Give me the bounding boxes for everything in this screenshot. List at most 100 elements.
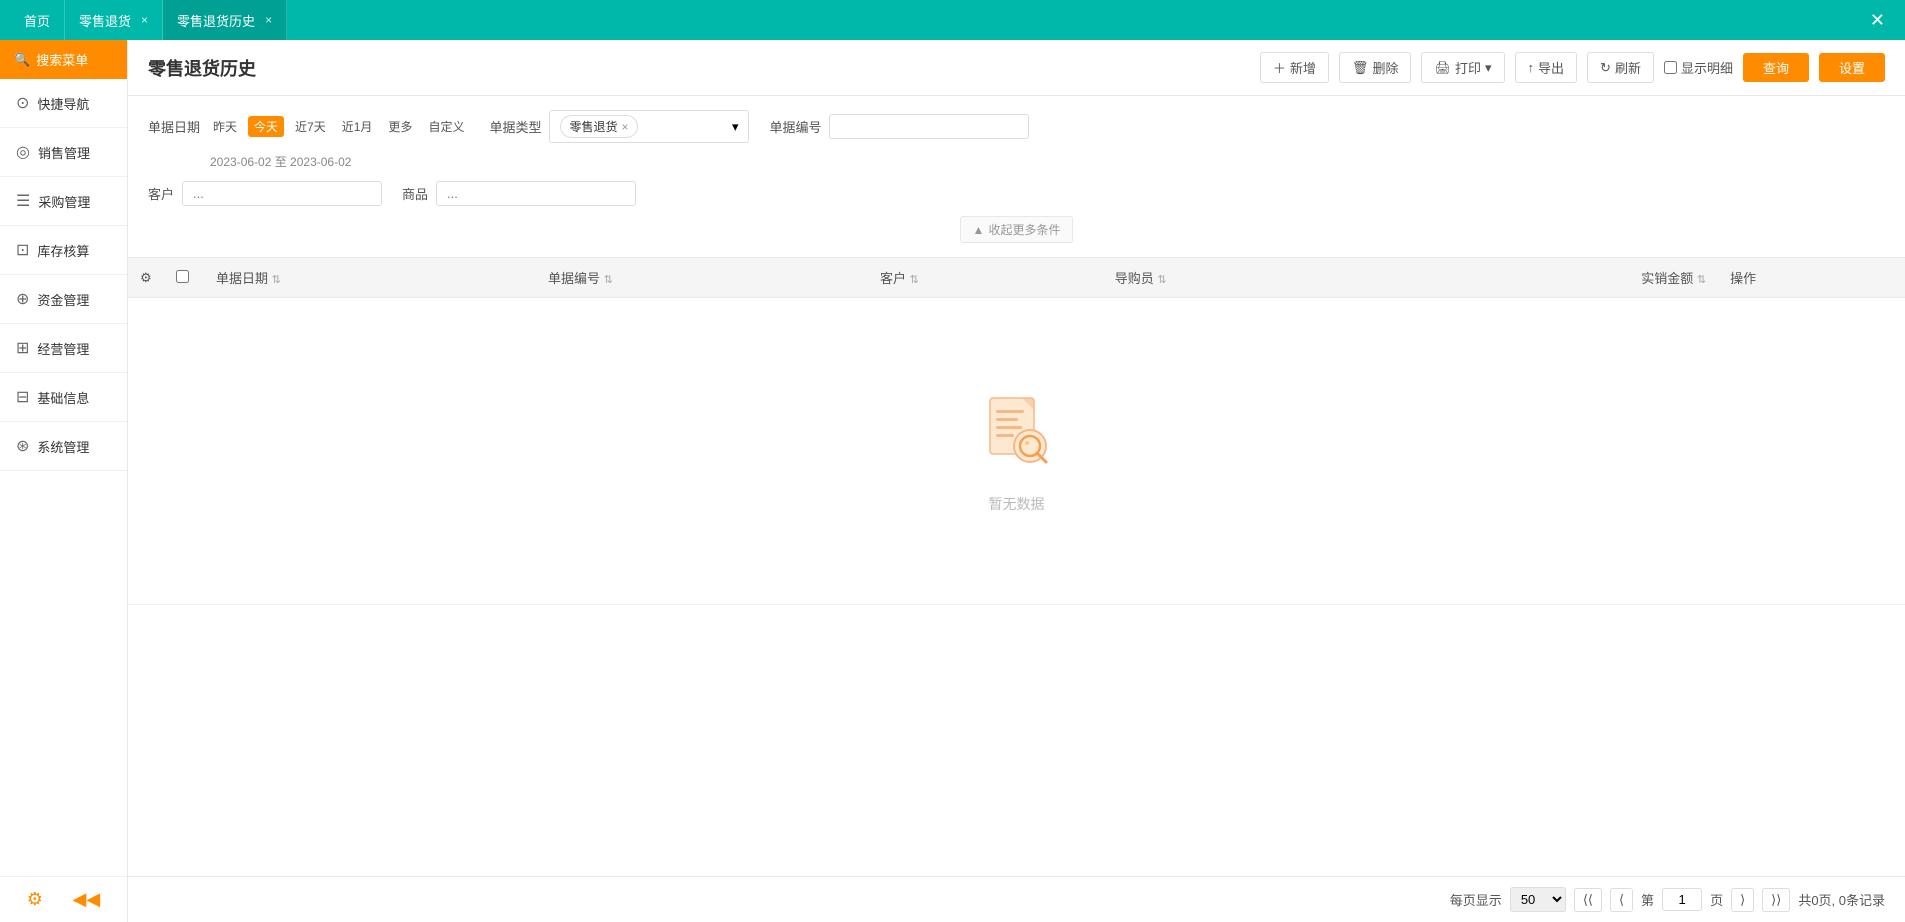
tab-retail-return-history-label: 零售退货历史	[177, 11, 255, 30]
page-label: 第	[1641, 890, 1654, 909]
date-opt-yesterday[interactable]: 昨天	[208, 116, 242, 137]
th-settings[interactable]: ⚙	[128, 258, 164, 298]
sidebar-item-sales-mgmt[interactable]: ◎ 销售管理	[0, 128, 127, 177]
sidebar-search-label: 搜索菜单	[36, 50, 88, 69]
window-close-icon[interactable]: ✕	[1860, 10, 1895, 31]
header-actions: ＋ 新增 🗑 删除 🖨 打印 ▾ ↑ 导出 ↻ 刷新	[1260, 52, 1885, 83]
customer-input[interactable]	[182, 181, 382, 206]
show-detail-checkbox[interactable]	[1664, 61, 1677, 74]
sidebar-item-operations-label: 经营管理	[37, 339, 89, 358]
page-input[interactable]	[1662, 888, 1702, 911]
sidebar-item-basic-info[interactable]: ⊟ 基础信息	[0, 373, 127, 422]
print-button[interactable]: 🖨 打印 ▾	[1421, 52, 1504, 83]
doc-no-label: 单据编号	[769, 117, 821, 136]
tab-retail-return-history-close[interactable]: ×	[265, 13, 272, 27]
date-opt-custom[interactable]: 自定义	[423, 116, 469, 137]
select-all-checkbox[interactable]	[176, 270, 189, 283]
prev-page-button[interactable]: ⟨	[1610, 888, 1633, 912]
doc-date-sort-icon: ⇅	[272, 274, 281, 286]
doc-type-select[interactable]: 零售退货 × ▾	[549, 110, 749, 143]
empty-state: 暂无数据	[140, 308, 1893, 594]
date-filter-label: 单据日期	[148, 117, 200, 136]
actual-amount-sort-icon: ⇅	[1697, 274, 1706, 286]
refresh-button[interactable]: ↻ 刷新	[1587, 52, 1654, 83]
settings-button[interactable]: 设置	[1819, 53, 1885, 82]
date-range-display: 2023-06-02 至 2023-06-02	[210, 155, 351, 169]
sidebar-item-finance[interactable]: ⊕ 资金管理	[0, 275, 127, 324]
tab-home[interactable]: 首页	[10, 0, 65, 40]
top-bar: 首页 零售退货 × 零售退货历史 × ✕	[0, 0, 1905, 40]
purchase-icon: ☰	[16, 191, 30, 211]
sidebar-bottom: ⚙ ◀◀	[0, 876, 127, 922]
settings-gear-icon[interactable]: ⚙	[27, 889, 43, 910]
doc-type-chip: 零售退货 ×	[560, 115, 637, 138]
th-actual-amount[interactable]: 实销金额 ⇅	[1386, 258, 1718, 298]
date-opt-today[interactable]: 今天	[248, 116, 284, 137]
sidebar-item-purchase-label: 采购管理	[38, 192, 90, 211]
sidebar-item-system-label: 系统管理	[37, 437, 89, 456]
doc-type-chevron-icon: ▾	[732, 119, 739, 135]
doc-type-label: 单据类型	[489, 117, 541, 136]
system-icon: ⊛	[16, 436, 29, 456]
delete-icon: 🗑	[1352, 60, 1369, 76]
finance-icon: ⊕	[16, 289, 29, 309]
customer-sort-icon: ⇅	[910, 274, 919, 286]
goods-label: 商品	[402, 184, 428, 203]
print-icon: 🖨	[1434, 60, 1451, 76]
inventory-icon: ⊡	[16, 240, 29, 260]
sales-icon: ◎	[16, 142, 30, 162]
doc-no-filter: 单据编号	[769, 114, 1029, 139]
sidebar-item-purchase-mgmt[interactable]: ☰ 采购管理	[0, 177, 127, 226]
show-detail-checkbox-label[interactable]: 显示明细	[1664, 58, 1733, 77]
new-button[interactable]: ＋ 新增	[1260, 52, 1329, 83]
sound-icon[interactable]: ◀◀	[73, 889, 101, 910]
sidebar-item-operations[interactable]: ⊞ 经营管理	[0, 324, 127, 373]
th-customer-label: 客户	[880, 271, 906, 286]
goods-input[interactable]	[436, 181, 636, 206]
date-opt-more[interactable]: 更多	[383, 116, 417, 137]
page-size-select[interactable]: 50 10 20 100	[1510, 887, 1566, 912]
last-page-button[interactable]: ⟩⟩	[1762, 888, 1790, 912]
date-opt-7days[interactable]: 近7天	[290, 116, 331, 137]
sidebar-item-quick-nav[interactable]: ⊙ 快捷导航	[0, 79, 127, 128]
first-page-button[interactable]: ⟨⟨	[1574, 888, 1602, 912]
sidebar: 🔍 搜索菜单 ⊙ 快捷导航 ◎ 销售管理 ☰ 采购管理 ⊡ 库存核算 ⊕ 资金管…	[0, 40, 128, 922]
pagination: 每页显示 50 10 20 100 ⟨⟨ ⟨ 第 页 ⟩ ⟩⟩ 共0页, 0条记…	[128, 876, 1905, 922]
th-actual-amount-label: 实销金额	[1641, 271, 1693, 286]
settings-table-icon[interactable]: ⚙	[140, 270, 152, 285]
doc-no-input[interactable]	[829, 114, 1029, 139]
delete-label: 删除	[1372, 58, 1398, 77]
collapse-button[interactable]: ▲ 收起更多条件	[960, 216, 1074, 243]
customer-filter: 客户	[148, 181, 382, 206]
goods-filter: 商品	[402, 181, 636, 206]
tab-retail-return-close[interactable]: ×	[141, 13, 148, 27]
delete-button[interactable]: 🗑 删除	[1339, 52, 1412, 83]
table-body: 暂无数据	[128, 298, 1905, 605]
export-label: 导出	[1538, 58, 1564, 77]
query-button[interactable]: 查询	[1743, 53, 1809, 82]
print-chevron-icon: ▾	[1485, 60, 1492, 76]
export-button[interactable]: ↑ 导出	[1515, 52, 1578, 83]
new-label: 新增	[1290, 58, 1316, 77]
next-page-button[interactable]: ⟩	[1731, 888, 1754, 912]
sidebar-search[interactable]: 🔍 搜索菜单	[0, 40, 127, 79]
date-options: 昨天 今天 近7天 近1月 更多 自定义	[208, 116, 469, 137]
sidebar-item-system[interactable]: ⊛ 系统管理	[0, 422, 127, 471]
quick-nav-icon: ⊙	[16, 93, 29, 113]
sidebar-item-inventory-label: 库存核算	[37, 241, 89, 260]
sidebar-item-basic-info-label: 基础信息	[37, 388, 89, 407]
doc-type-chip-close[interactable]: ×	[621, 120, 628, 134]
tab-retail-return[interactable]: 零售退货 ×	[65, 0, 163, 40]
th-customer[interactable]: 客户 ⇅	[868, 258, 1103, 298]
date-filter: 单据日期 昨天 今天 近7天 近1月 更多 自定义	[148, 116, 469, 137]
th-guide-label: 导购员	[1115, 271, 1154, 286]
collapse-up-icon: ▲	[973, 223, 985, 237]
th-guide[interactable]: 导购员 ⇅	[1103, 258, 1386, 298]
th-doc-date[interactable]: 单据日期 ⇅	[204, 258, 536, 298]
sidebar-item-inventory[interactable]: ⊡ 库存核算	[0, 226, 127, 275]
content-area: 零售退货历史 ＋ 新增 🗑 删除 🖨 打印 ▾ ↑ 导出	[128, 40, 1905, 922]
date-opt-1month[interactable]: 近1月	[337, 116, 378, 137]
tab-retail-return-history[interactable]: 零售退货历史 ×	[163, 0, 287, 40]
sidebar-item-quick-nav-label: 快捷导航	[37, 94, 89, 113]
th-doc-no[interactable]: 单据编号 ⇅	[536, 258, 868, 298]
